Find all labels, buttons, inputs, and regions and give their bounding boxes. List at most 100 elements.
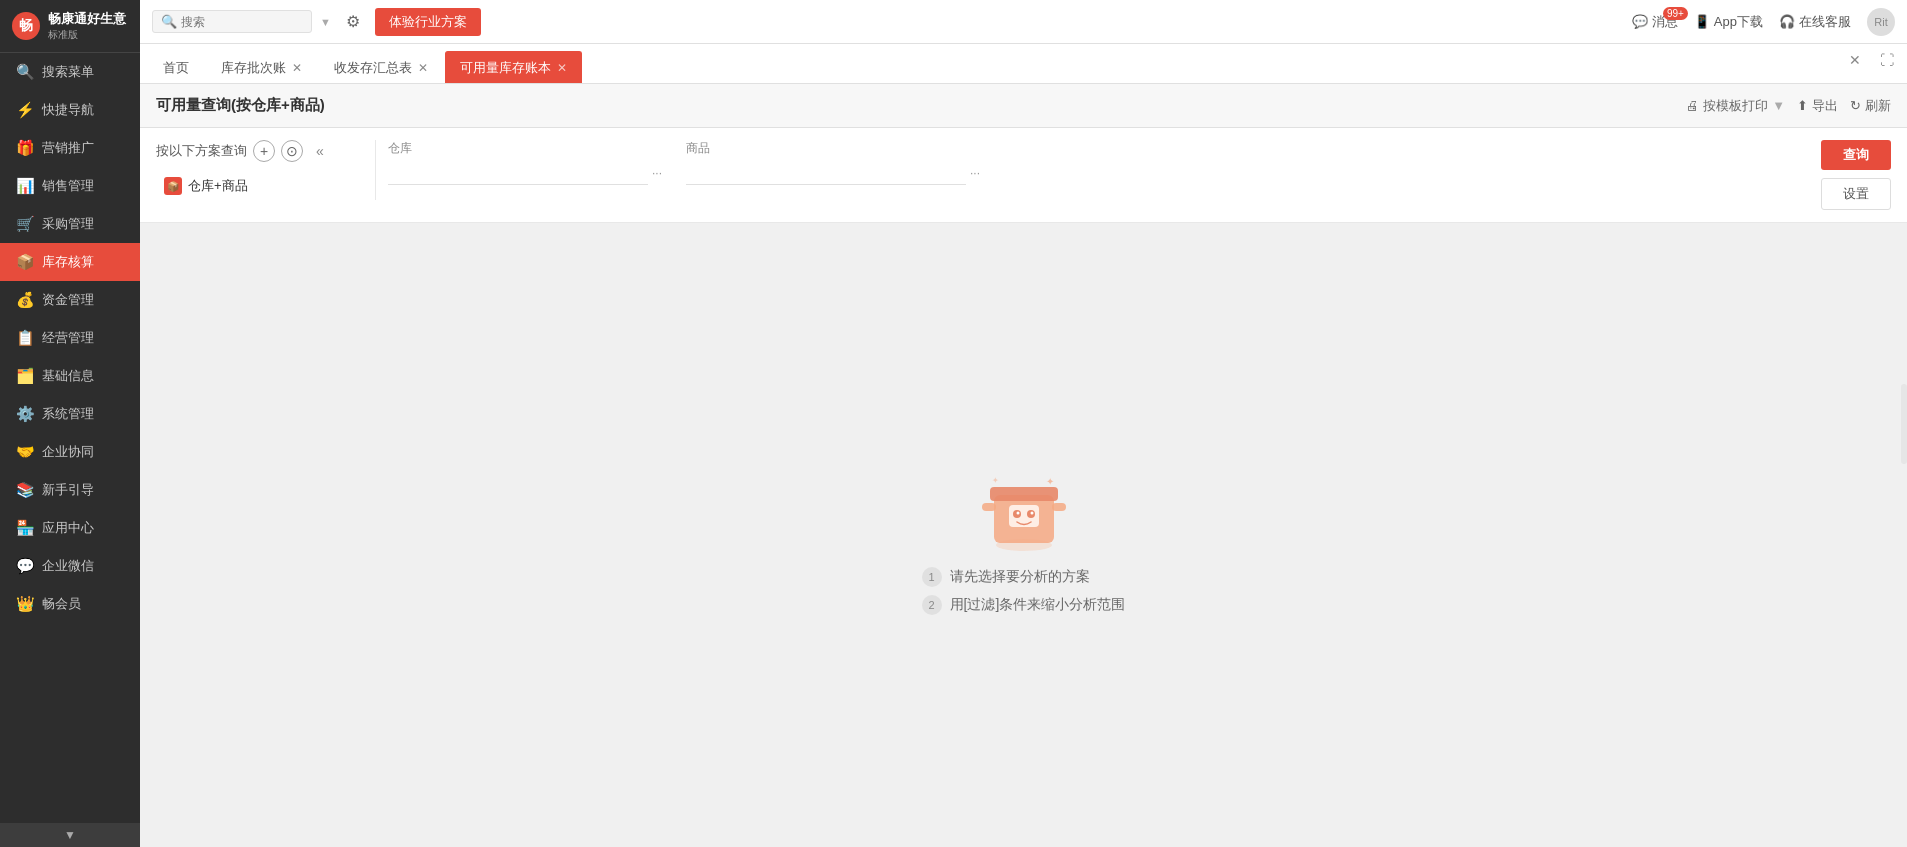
tab-home[interactable]: 首页 xyxy=(148,51,204,83)
topbar-search-box[interactable]: 🔍 xyxy=(152,10,312,33)
sidebar-item-wechat[interactable]: 💬 企业微信 xyxy=(0,547,140,585)
tab-batch-account[interactable]: 库存批次账 ✕ xyxy=(206,51,317,83)
sidebar-item-newbie[interactable]: 📚 新手引导 xyxy=(0,471,140,509)
sidebar: 畅 畅康通好生意 标准版 🔍 搜索菜单 ⚡ 快捷导航 🎁 营销推广 📊 销售管理… xyxy=(0,0,140,847)
inventory-icon: 📦 xyxy=(16,253,34,271)
schema-settings-button[interactable]: ⊙ xyxy=(281,140,303,162)
empty-hints: 1 请先选择要分析的方案 2 用[过滤]条件来缩小分析范围 xyxy=(922,567,1126,615)
export-button[interactable]: ⬆ 导出 xyxy=(1797,97,1838,115)
print-button[interactable]: 🖨 按模板打印 ▼ xyxy=(1686,97,1785,115)
user-name: Rit xyxy=(1874,16,1887,28)
sidebar-item-appstore[interactable]: 🏪 应用中心 xyxy=(0,509,140,547)
sidebar-header: 畅 畅康通好生意 标准版 xyxy=(0,0,140,53)
schema-item-warehouse-goods[interactable]: 📦 仓库+商品 xyxy=(156,172,359,200)
sidebar-item-label: 基础信息 xyxy=(42,367,94,385)
goods-input[interactable] xyxy=(686,161,966,185)
purchase-icon: 🛒 xyxy=(16,215,34,233)
app-download-action[interactable]: 📱 App下载 xyxy=(1694,13,1763,31)
trial-button[interactable]: 体验行业方案 xyxy=(375,8,481,36)
sidebar-item-cooperation[interactable]: 🤝 企业协同 xyxy=(0,433,140,471)
query-button[interactable]: 查询 xyxy=(1821,140,1891,170)
settings-button[interactable]: 设置 xyxy=(1821,178,1891,210)
sidebar-item-member[interactable]: 👑 畅会员 xyxy=(0,585,140,623)
sidebar-item-sales[interactable]: 📊 销售管理 xyxy=(0,167,140,205)
sidebar-item-basic[interactable]: 🗂️ 基础信息 xyxy=(0,357,140,395)
warehouse-label: 仓库 xyxy=(388,140,662,157)
close-window-button[interactable]: ✕ xyxy=(1843,48,1867,72)
phone-icon: 📱 xyxy=(1694,14,1710,29)
tab-available-account[interactable]: 可用量库存账本 ✕ xyxy=(445,51,582,83)
svg-rect-8 xyxy=(982,503,996,511)
brand-sub: 标准版 xyxy=(48,28,126,42)
warehouse-input-group: ··· xyxy=(388,161,662,185)
message-icon: 💬 xyxy=(1632,14,1648,29)
system-icon: ⚙️ xyxy=(16,405,34,423)
refresh-button[interactable]: ↻ 刷新 xyxy=(1850,97,1891,115)
tab-receive-summary[interactable]: 收发存汇总表 ✕ xyxy=(319,51,443,83)
message-action[interactable]: 💬 消息 99+ xyxy=(1632,13,1678,31)
page-title: 可用量查询(按仓库+商品) xyxy=(156,96,1686,115)
maximize-window-button[interactable]: ⛶ xyxy=(1875,48,1899,72)
online-service-label: 在线客服 xyxy=(1799,13,1851,31)
goods-more-button[interactable]: ··· xyxy=(970,166,980,180)
basic-icon: 🗂️ xyxy=(16,367,34,385)
topbar-divider: ▼ xyxy=(320,16,331,28)
sidebar-item-search[interactable]: 🔍 搜索菜单 xyxy=(0,53,140,91)
cooperation-icon: 🤝 xyxy=(16,443,34,461)
goods-field: 商品 ··· xyxy=(686,140,980,185)
appstore-icon: 🏪 xyxy=(16,519,34,537)
sidebar-item-finance[interactable]: 💰 资金管理 xyxy=(0,281,140,319)
hint-number-1: 1 xyxy=(922,567,942,587)
svg-point-6 xyxy=(1016,512,1019,515)
svg-rect-3 xyxy=(1009,505,1039,527)
online-service-action[interactable]: 🎧 在线客服 xyxy=(1779,13,1851,31)
topbar-actions: 💬 消息 99+ 📱 App下载 🎧 在线客服 Rit xyxy=(1632,8,1895,36)
operations-icon: 📋 xyxy=(16,329,34,347)
warehouse-input[interactable] xyxy=(388,161,648,185)
brand-name: 畅康通好生意 xyxy=(48,10,126,28)
search-icon: 🔍 xyxy=(161,14,177,29)
sidebar-item-label: 搜索菜单 xyxy=(42,63,94,81)
sidebar-item-inventory[interactable]: 📦 库存核算 xyxy=(0,243,140,281)
svg-text:✦: ✦ xyxy=(992,476,999,485)
refresh-icon: ↻ xyxy=(1850,98,1861,113)
filter-action-group: 查询 设置 xyxy=(1805,140,1891,210)
export-label: 导出 xyxy=(1812,97,1838,115)
search-icon: 🔍 xyxy=(16,63,34,81)
warehouse-more-button[interactable]: ··· xyxy=(652,166,662,180)
goods-input-group: ··· xyxy=(686,161,980,185)
hint-text-1: 请先选择要分析的方案 xyxy=(950,568,1090,586)
user-menu[interactable]: Rit xyxy=(1867,8,1895,36)
member-icon: 👑 xyxy=(16,595,34,613)
tab-receive-summary-close[interactable]: ✕ xyxy=(418,61,428,75)
tabs-bar: 首页 库存批次账 ✕ 收发存汇总表 ✕ 可用量库存账本 ✕ ✕ ⛶ xyxy=(140,44,1907,84)
tab-available-account-close[interactable]: ✕ xyxy=(557,61,567,75)
sidebar-item-label: 快捷导航 xyxy=(42,101,94,119)
print-icon: 🖨 xyxy=(1686,98,1699,113)
sidebar-item-label: 资金管理 xyxy=(42,291,94,309)
tab-receive-summary-label: 收发存汇总表 xyxy=(334,59,412,77)
sidebar-item-operations[interactable]: 📋 经营管理 xyxy=(0,319,140,357)
sidebar-item-purchase[interactable]: 🛒 采购管理 xyxy=(0,205,140,243)
sidebar-scroll-down[interactable]: ▼ xyxy=(0,823,140,847)
tab-batch-account-close[interactable]: ✕ xyxy=(292,61,302,75)
collapse-button[interactable]: « xyxy=(309,140,331,162)
sidebar-item-system[interactable]: ⚙️ 系统管理 xyxy=(0,395,140,433)
sidebar-item-marketing[interactable]: 🎁 营销推广 xyxy=(0,129,140,167)
hint-number-2: 2 xyxy=(922,595,942,615)
gear-button[interactable]: ⚙ xyxy=(339,8,367,36)
content-area: 按以下方案查询 + ⊙ « 📦 仓库+商品 仓库 ··· xyxy=(140,128,1907,847)
filter-section-label: 按以下方案查询 xyxy=(156,142,247,160)
empty-hint-1: 1 请先选择要分析的方案 xyxy=(922,567,1126,587)
sidebar-item-shortcut[interactable]: ⚡ 快捷导航 xyxy=(0,91,140,129)
filter-schema-header: 按以下方案查询 + ⊙ « xyxy=(156,140,359,162)
add-schema-button[interactable]: + xyxy=(253,140,275,162)
sidebar-nav: 🔍 搜索菜单 ⚡ 快捷导航 🎁 营销推广 📊 销售管理 🛒 采购管理 📦 库存核… xyxy=(0,53,140,823)
main-content: 🔍 ▼ ⚙ 体验行业方案 💬 消息 99+ 📱 App下载 🎧 在线客服 R xyxy=(140,0,1907,847)
search-input[interactable] xyxy=(181,15,281,29)
empty-hint-2: 2 用[过滤]条件来缩小分析范围 xyxy=(922,595,1126,615)
sidebar-item-label: 库存核算 xyxy=(42,253,94,271)
tab-batch-account-label: 库存批次账 xyxy=(221,59,286,77)
finance-icon: 💰 xyxy=(16,291,34,309)
sidebar-brand: 畅康通好生意 标准版 xyxy=(48,10,126,42)
